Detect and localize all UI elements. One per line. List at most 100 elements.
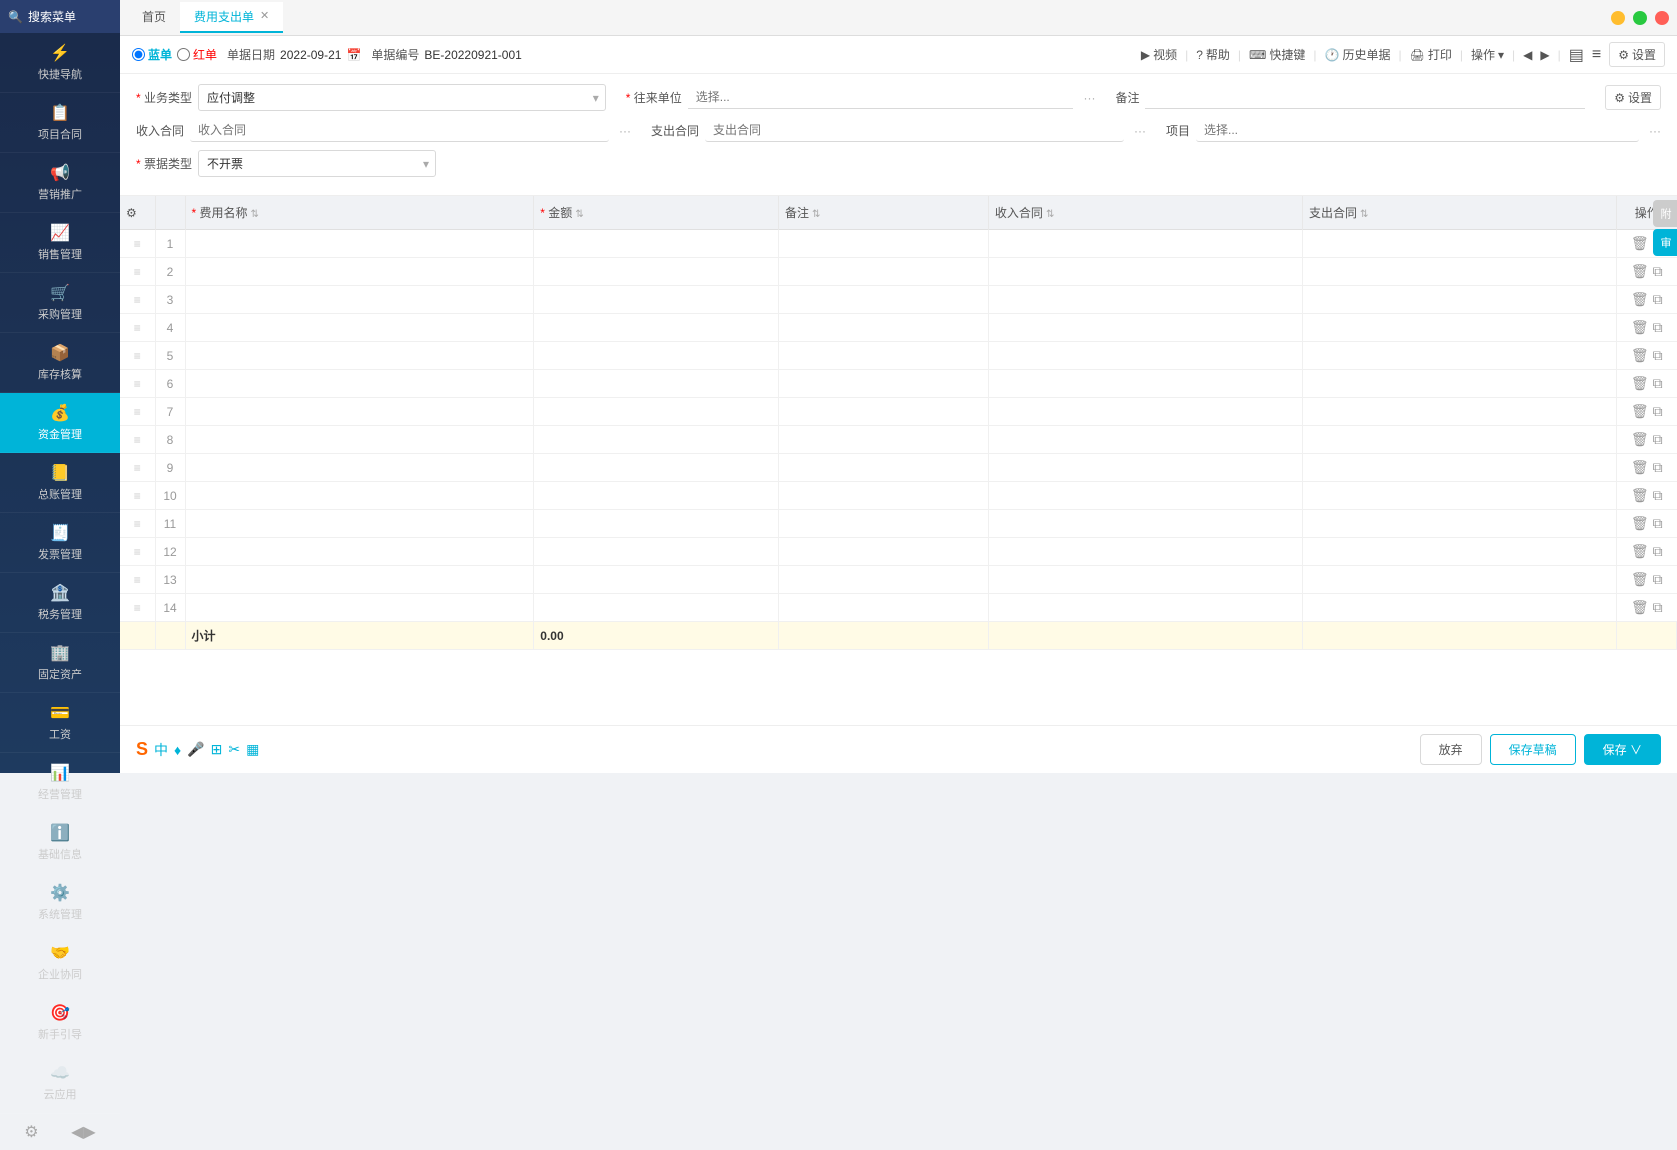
expense-contract-cell[interactable] (1302, 370, 1616, 398)
delete-row-icon[interactable]: 🗑 (1631, 599, 1649, 616)
row-drag-handle[interactable]: ≡ (120, 314, 155, 342)
sidebar-item-system-mgmt[interactable]: ⚙️系统管理 (0, 873, 120, 933)
expense-contract-cell[interactable] (1302, 230, 1616, 258)
partner-input[interactable] (688, 86, 1074, 109)
blue-single-radio[interactable] (132, 48, 145, 61)
maximize-button[interactable] (1633, 11, 1647, 25)
diamond-icon[interactable]: ♦ (174, 742, 181, 758)
income-contract-cell[interactable] (988, 510, 1302, 538)
list-view-button[interactable]: ≡ (1592, 46, 1601, 64)
video-button[interactable]: ▶ 视频 (1141, 46, 1177, 63)
note-cell[interactable] (778, 510, 988, 538)
expense-contract-cell[interactable] (1302, 482, 1616, 510)
tab-home[interactable]: 首页 (128, 2, 180, 33)
copy-row-icon[interactable]: ⧉ (1653, 347, 1663, 364)
copy-row-icon[interactable]: ⧉ (1653, 487, 1663, 504)
income-contract-input[interactable] (190, 119, 609, 142)
row-drag-handle[interactable]: ≡ (120, 342, 155, 370)
copy-row-icon[interactable]: ⧉ (1653, 543, 1663, 560)
project-input[interactable] (1196, 119, 1639, 142)
copy-row-icon[interactable]: ⧉ (1653, 319, 1663, 336)
copy-row-icon[interactable]: ⧉ (1653, 571, 1663, 588)
copy-row-icon[interactable]: ⧉ (1653, 263, 1663, 280)
delete-row-icon[interactable]: 🗑 (1631, 431, 1649, 448)
row-drag-handle[interactable]: ≡ (120, 426, 155, 454)
save-button[interactable]: 保存 ∨ (1584, 734, 1661, 765)
note-cell[interactable] (778, 258, 988, 286)
amount-cell[interactable] (534, 594, 779, 622)
expense-name-sort[interactable]: ⇅ (251, 209, 259, 220)
expense-name-cell[interactable] (185, 314, 534, 342)
expense-name-cell[interactable] (185, 594, 534, 622)
copy-row-icon[interactable]: ⧉ (1653, 403, 1663, 420)
delete-row-icon[interactable]: 🗑 (1631, 403, 1649, 420)
delete-row-icon[interactable]: 🗑 (1631, 571, 1649, 588)
expense-contract-cell[interactable] (1302, 342, 1616, 370)
copy-row-icon[interactable]: ⧉ (1653, 459, 1663, 476)
copy-row-icon[interactable]: ⧉ (1653, 291, 1663, 308)
income-contract-cell[interactable] (988, 454, 1302, 482)
note-input[interactable] (1145, 86, 1585, 109)
nav-prev-button[interactable]: ◀ (1523, 48, 1532, 62)
delete-row-icon[interactable]: 🗑 (1631, 375, 1649, 392)
expense-name-cell[interactable] (185, 258, 534, 286)
expense-contract-sort[interactable]: ⇅ (1360, 209, 1368, 220)
income-contract-cell[interactable] (988, 286, 1302, 314)
expense-contract-cell[interactable] (1302, 258, 1616, 286)
sidebar-item-operations-mgmt[interactable]: 📊经营管理 (0, 753, 120, 813)
amount-cell[interactable] (534, 510, 779, 538)
scissors-icon[interactable]: ✂ (228, 741, 240, 758)
calendar-icon[interactable]: 📅 (346, 48, 361, 62)
sidebar-item-purchase-mgmt[interactable]: 🛒采购管理 (0, 273, 120, 333)
delete-row-icon[interactable]: 🗑 (1631, 487, 1649, 504)
partner-dots-button[interactable]: ··· (1083, 91, 1095, 105)
expense-name-cell[interactable] (185, 370, 534, 398)
row-drag-handle[interactable]: ≡ (120, 538, 155, 566)
red-single-label[interactable]: 红单 (177, 46, 217, 63)
delete-row-icon[interactable]: 🗑 (1631, 347, 1649, 364)
tab-expense-form[interactable]: 费用支出单✕ (180, 2, 283, 33)
expense-contract-input[interactable] (705, 119, 1124, 142)
chinese-icon[interactable]: 中 (154, 740, 168, 760)
delete-row-icon[interactable]: 🗑 (1631, 263, 1649, 280)
business-type-select[interactable]: 应付调整 ▾ (198, 84, 606, 111)
amount-cell[interactable] (534, 286, 779, 314)
help-button[interactable]: ? 帮助 (1196, 46, 1230, 63)
row-drag-handle[interactable]: ≡ (120, 258, 155, 286)
more-actions-button[interactable]: 操作 ▾ (1471, 46, 1504, 63)
expense-contract-cell[interactable] (1302, 314, 1616, 342)
sidebar-item-inventory[interactable]: 📦库存核算 (0, 333, 120, 393)
copy-row-icon[interactable]: ⧉ (1653, 599, 1663, 616)
income-contract-cell[interactable] (988, 566, 1302, 594)
copy-row-icon[interactable]: ⧉ (1653, 431, 1663, 448)
invoice-type-select[interactable]: 不开票 ▾ (198, 150, 436, 177)
income-contract-cell[interactable] (988, 370, 1302, 398)
income-contract-cell[interactable] (988, 426, 1302, 454)
minimize-button[interactable] (1611, 11, 1625, 25)
amount-cell[interactable] (534, 258, 779, 286)
delete-row-icon[interactable]: 🗑 (1631, 543, 1649, 560)
note-cell[interactable] (778, 454, 988, 482)
print-button[interactable]: 🖨 打印 (1410, 46, 1452, 63)
sidebar-item-new-user-guide[interactable]: 🎯新手引导 (0, 993, 120, 1053)
sidebar-item-general-ledger[interactable]: 📒总账管理 (0, 453, 120, 513)
volume-icon[interactable]: ◀▶ (71, 1122, 96, 1142)
income-contract-cell[interactable] (988, 314, 1302, 342)
grid-icon[interactable]: ⊞ (211, 741, 223, 758)
row-drag-handle[interactable]: ≡ (120, 370, 155, 398)
sidebar-item-marketing[interactable]: 📢营销推广 (0, 153, 120, 213)
delete-row-icon[interactable]: 🗑 (1631, 515, 1649, 532)
shortcut-button[interactable]: ⌨ 快捷键 (1249, 46, 1305, 63)
amount-sort[interactable]: ⇅ (575, 209, 583, 220)
expense-contract-cell[interactable] (1302, 426, 1616, 454)
sidebar-item-cloud-apps[interactable]: ☁️云应用 (0, 1053, 120, 1113)
save-draft-button[interactable]: 保存草稿 (1490, 734, 1576, 765)
sidebar-item-tax-mgmt[interactable]: 🏦税务管理 (0, 573, 120, 633)
income-contract-cell[interactable] (988, 342, 1302, 370)
income-contract-cell[interactable] (988, 538, 1302, 566)
table-settings-icon[interactable]: ⚙ (126, 206, 137, 220)
sidebar-item-fund-mgmt[interactable]: 💰资金管理 (0, 393, 120, 453)
note-cell[interactable] (778, 538, 988, 566)
expense-contract-cell[interactable] (1302, 454, 1616, 482)
note-cell[interactable] (778, 342, 988, 370)
